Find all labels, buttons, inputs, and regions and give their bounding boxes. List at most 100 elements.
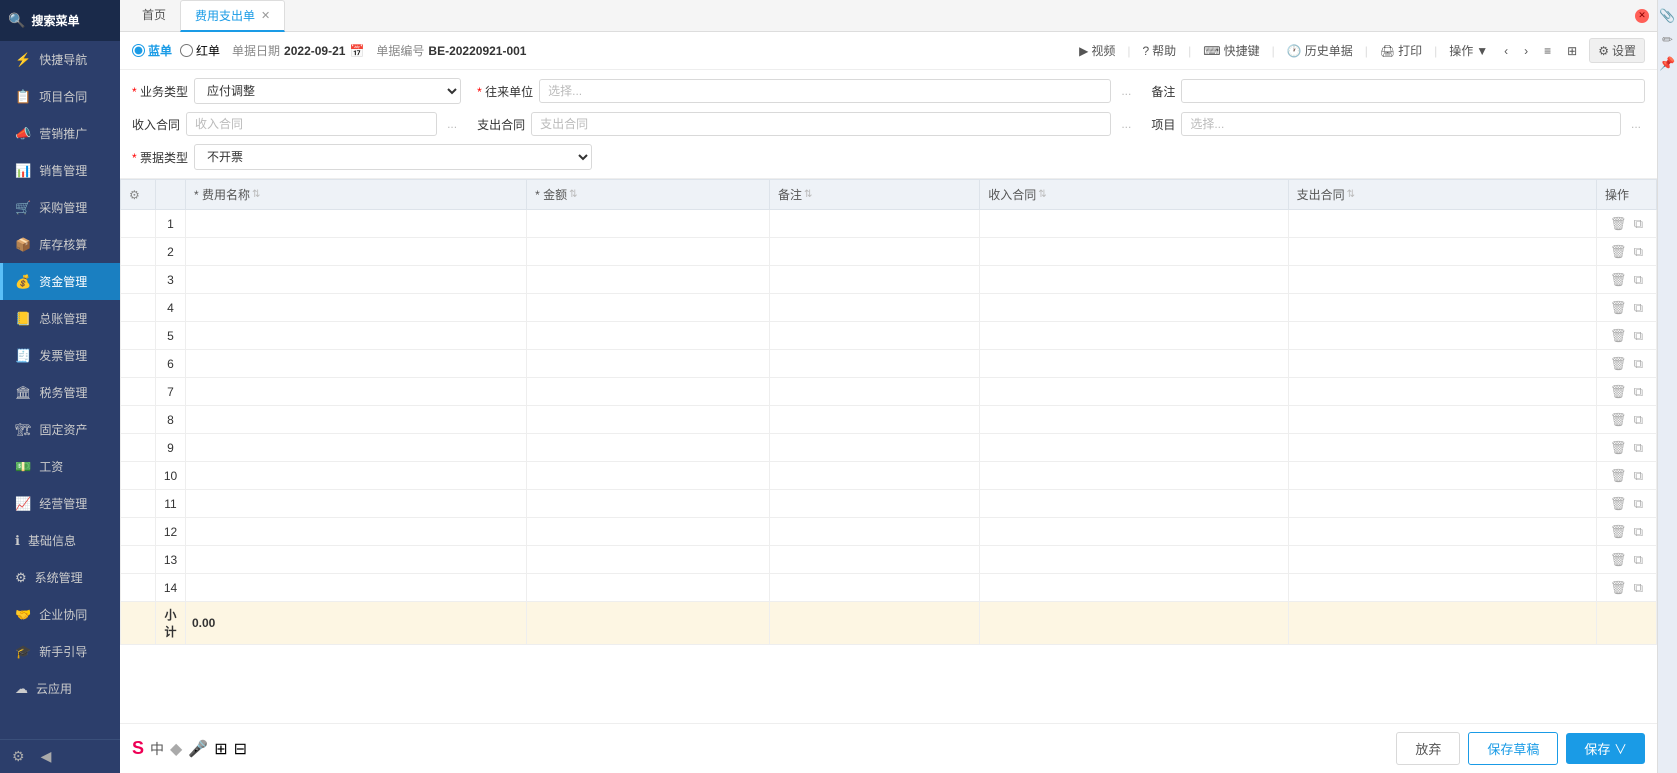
sidebar-item-new-guide[interactable]: 🎓新手引导 — [0, 633, 120, 670]
row-copy-icon[interactable]: ⧉ — [1634, 496, 1643, 511]
row-expense-name-cell[interactable] — [186, 462, 527, 490]
row-expense-name-cell[interactable] — [186, 350, 527, 378]
window-close-btn[interactable]: ✕ — [1635, 9, 1649, 23]
row-copy-icon[interactable]: ⧉ — [1634, 300, 1643, 315]
row-notes-cell[interactable] — [770, 322, 980, 350]
row-copy-icon[interactable]: ⧉ — [1634, 468, 1643, 483]
row-expense-name-cell[interactable] — [186, 294, 527, 322]
prev-btn[interactable]: ‹ — [1500, 42, 1512, 60]
right-pin-icon[interactable]: 📌 — [1659, 56, 1675, 72]
sidebar-item-sys-mgmt[interactable]: ⚙系统管理 — [0, 559, 120, 596]
sidebar-item-purchase-mgmt[interactable]: 🛒采购管理 — [0, 189, 120, 226]
print-btn[interactable]: 🖨 打印 — [1376, 40, 1426, 61]
row-income-contract-cell[interactable] — [980, 406, 1288, 434]
row-amount-cell[interactable] — [527, 378, 770, 406]
row-notes-cell[interactable] — [770, 294, 980, 322]
row-expense-name-cell[interactable] — [186, 210, 527, 238]
row-expense-contract-cell[interactable] — [1288, 462, 1596, 490]
row-expense-name-cell[interactable] — [186, 434, 527, 462]
row-expense-name-cell[interactable] — [186, 322, 527, 350]
shortcuts-btn[interactable]: ⌨ 快捷键 — [1199, 40, 1263, 61]
row-copy-icon[interactable]: ⧉ — [1634, 384, 1643, 399]
row-income-contract-cell[interactable] — [980, 518, 1288, 546]
sidebar-item-ops-mgmt[interactable]: 📈经营管理 — [0, 485, 120, 522]
expense-contract-dots[interactable]: ... — [1117, 117, 1135, 131]
row-amount-cell[interactable] — [527, 406, 770, 434]
radio-red[interactable]: 红单 — [180, 42, 220, 59]
row-delete-icon[interactable]: 🗑 — [1610, 300, 1627, 315]
row-copy-icon[interactable]: ⧉ — [1634, 440, 1643, 455]
sidebar-item-capital-mgmt[interactable]: 💰资金管理 — [0, 263, 120, 300]
col-expense-name-header[interactable]: * 费用名称 ⇅ — [186, 180, 527, 210]
tab-close-icon[interactable]: ✕ — [261, 9, 270, 22]
row-expense-name-cell[interactable] — [186, 238, 527, 266]
row-amount-cell[interactable] — [527, 518, 770, 546]
row-amount-cell[interactable] — [527, 210, 770, 238]
row-expense-contract-cell[interactable] — [1288, 266, 1596, 294]
row-copy-icon[interactable]: ⧉ — [1634, 580, 1643, 595]
row-copy-icon[interactable]: ⧉ — [1634, 524, 1643, 539]
sidebar-item-accounting[interactable]: 📒总账管理 — [0, 300, 120, 337]
row-notes-cell[interactable] — [770, 434, 980, 462]
row-delete-icon[interactable]: 🗑 — [1610, 524, 1627, 539]
income-contract-dots[interactable]: ... — [443, 117, 461, 131]
row-amount-cell[interactable] — [527, 434, 770, 462]
row-expense-contract-cell[interactable] — [1288, 406, 1596, 434]
row-expense-contract-cell[interactable] — [1288, 350, 1596, 378]
sidebar-item-base-info[interactable]: ℹ基础信息 — [0, 522, 120, 559]
right-edit-icon[interactable]: ✏ — [1662, 32, 1673, 48]
row-expense-contract-cell[interactable] — [1288, 238, 1596, 266]
notes-input[interactable] — [1181, 79, 1645, 103]
row-notes-cell[interactable] — [770, 210, 980, 238]
row-notes-cell[interactable] — [770, 490, 980, 518]
row-expense-contract-cell[interactable] — [1288, 378, 1596, 406]
row-income-contract-cell[interactable] — [980, 546, 1288, 574]
invoice-type-select[interactable]: 不开票 — [194, 144, 592, 170]
row-delete-icon[interactable]: 🗑 — [1610, 412, 1627, 427]
sidebar-item-fixed-assets[interactable]: 🏗固定资产 — [0, 411, 120, 448]
row-delete-icon[interactable]: 🗑 — [1610, 496, 1627, 511]
row-amount-cell[interactable] — [527, 490, 770, 518]
next-btn[interactable]: › — [1520, 42, 1532, 60]
calendar-icon[interactable]: 📅 — [349, 44, 364, 58]
sidebar-item-project-contract[interactable]: 📋项目合同 — [0, 78, 120, 115]
row-notes-cell[interactable] — [770, 406, 980, 434]
row-delete-icon[interactable]: 🗑 — [1610, 440, 1627, 455]
sidebar-search-label[interactable]: 搜索菜单 — [31, 12, 79, 29]
row-notes-cell[interactable] — [770, 266, 980, 294]
abandon-button[interactable]: 放弃 — [1396, 732, 1460, 765]
video-btn[interactable]: ▶ 视频 — [1075, 40, 1119, 61]
row-income-contract-cell[interactable] — [980, 322, 1288, 350]
row-expense-contract-cell[interactable] — [1288, 574, 1596, 602]
row-income-contract-cell[interactable] — [980, 462, 1288, 490]
row-amount-cell[interactable] — [527, 350, 770, 378]
sidebar-item-quick-nav[interactable]: ⚡快捷导航 — [0, 41, 120, 78]
row-notes-cell[interactable] — [770, 574, 980, 602]
row-notes-cell[interactable] — [770, 546, 980, 574]
row-expense-contract-cell[interactable] — [1288, 546, 1596, 574]
row-delete-icon[interactable]: 🗑 — [1610, 216, 1627, 231]
row-income-contract-cell[interactable] — [980, 350, 1288, 378]
row-copy-icon[interactable]: ⧉ — [1634, 216, 1643, 231]
sidebar-item-invoice[interactable]: 🧾发票管理 — [0, 337, 120, 374]
row-delete-icon[interactable]: 🗑 — [1610, 384, 1627, 399]
help-btn[interactable]: ? 帮助 — [1138, 40, 1180, 61]
row-income-contract-cell[interactable] — [980, 434, 1288, 462]
row-delete-icon[interactable]: 🗑 — [1610, 356, 1627, 371]
row-amount-cell[interactable] — [527, 238, 770, 266]
row-income-contract-cell[interactable] — [980, 378, 1288, 406]
row-expense-name-cell[interactable] — [186, 518, 527, 546]
partner-input[interactable] — [539, 79, 1111, 103]
row-notes-cell[interactable] — [770, 378, 980, 406]
project-input[interactable] — [1181, 112, 1621, 136]
row-copy-icon[interactable]: ⧉ — [1634, 272, 1643, 287]
row-delete-icon[interactable]: 🗑 — [1610, 468, 1627, 483]
sidebar-item-sales-promo[interactable]: 📣营销推广 — [0, 115, 120, 152]
row-delete-icon[interactable]: 🗑 — [1610, 244, 1627, 259]
tab-home[interactable]: 首页 — [128, 0, 180, 31]
income-contract-input[interactable] — [186, 112, 437, 136]
col-gear-header[interactable]: ⚙ — [121, 180, 156, 210]
tab-expense[interactable]: 费用支出单 ✕ — [180, 0, 285, 32]
row-income-contract-cell[interactable] — [980, 294, 1288, 322]
expense-contract-input[interactable] — [531, 112, 1111, 136]
